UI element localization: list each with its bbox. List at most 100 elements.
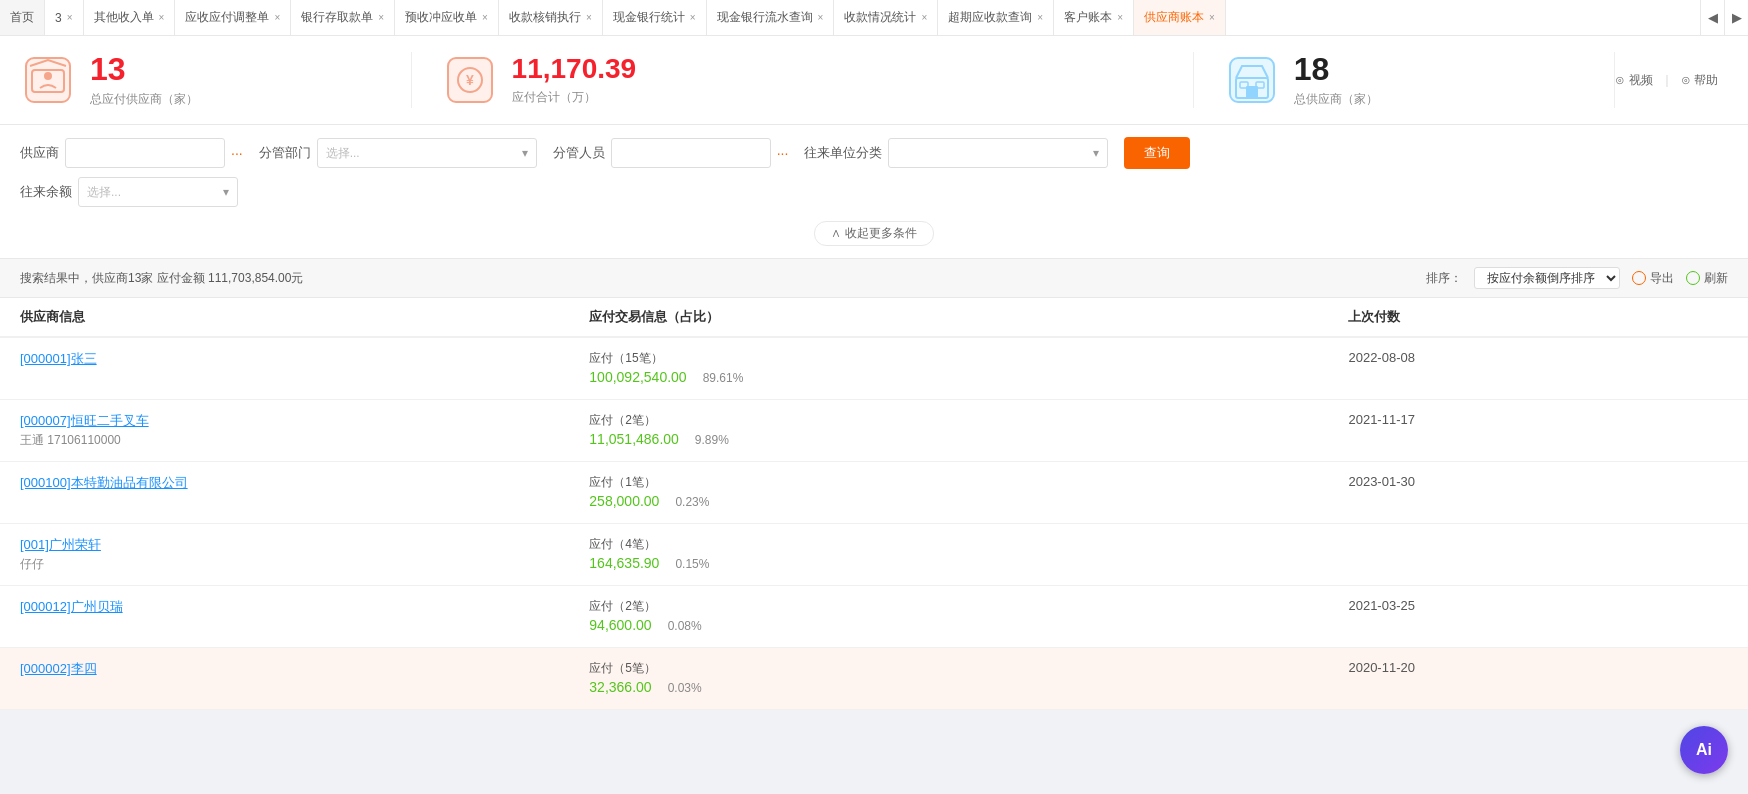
nav-tab-receipt-stat[interactable]: 收款情况统计 × xyxy=(834,0,938,35)
close-tab-3-icon[interactable]: × xyxy=(67,12,73,23)
supplier-link-5[interactable]: [000012]广州贝瑞 xyxy=(20,599,123,614)
transaction-label: 应付（2笔） xyxy=(589,598,1348,615)
close-tab-cash-bank-stat-icon[interactable]: × xyxy=(690,12,696,23)
sort-select[interactable]: 按应付余额倒序排序 按应付余额升序排序 xyxy=(1474,267,1620,289)
supplier-link-4[interactable]: [001]广州荣轩 xyxy=(20,537,101,552)
close-tab-other-income-icon[interactable]: × xyxy=(159,12,165,23)
card1-number: 13 xyxy=(90,52,198,87)
video-link[interactable]: ⊙ 视频 xyxy=(1615,72,1652,89)
transaction-amount: 94,600.00 xyxy=(589,617,651,633)
header-transaction-info: 应付交易信息（占比） xyxy=(589,308,1348,326)
export-label: 导出 xyxy=(1650,270,1674,287)
table-row: [000100]本特勤油品有限公司 应付（1笔） 258,000.00 0.23… xyxy=(0,462,1748,524)
nav-next-arrow[interactable]: ▶ xyxy=(1724,0,1748,36)
filter-dept: 分管部门 选择... ▾ xyxy=(259,138,537,168)
summary-bar: 13 总应付供应商（家） ¥ 11,170.39 应付合计（万） xyxy=(0,36,1748,125)
filter-person: 分管人员 ··· xyxy=(553,138,789,168)
supplier-link-1[interactable]: [000001]张三 xyxy=(20,351,97,366)
supplier-link-3[interactable]: [000100]本特勤油品有限公司 xyxy=(20,475,188,490)
transaction-label: 应付（4笔） xyxy=(589,536,1348,553)
supplier-info-cell: [001]广州荣轩 仔仔 xyxy=(20,536,589,573)
supplier-filter-label: 供应商 xyxy=(20,144,59,162)
nav-tab-cash-bank-query[interactable]: 现金银行流水查询 × xyxy=(707,0,835,35)
transaction-amount: 32,366.00 xyxy=(589,679,651,695)
refresh-button[interactable]: 刷新 xyxy=(1686,270,1728,287)
close-tab-supplier-book-icon[interactable]: × xyxy=(1209,12,1215,23)
header-last-payment: 上次付数 xyxy=(1348,308,1728,326)
nav-tab-cash-bank-stat[interactable]: 现金银行统计 × xyxy=(603,0,707,35)
table-row: [001]广州荣轩 仔仔 应付（4笔） 164,635.90 0.15% xyxy=(0,524,1748,586)
transaction-percent: 0.03% xyxy=(668,681,702,695)
export-button[interactable]: 导出 xyxy=(1632,270,1674,287)
nav-tab-3[interactable]: 3 × xyxy=(45,0,84,35)
card2-label: 应付合计（万） xyxy=(512,89,637,106)
supplier-info-cell: [000012]广州贝瑞 xyxy=(20,598,589,616)
person-filter-input[interactable] xyxy=(611,138,771,168)
refresh-icon xyxy=(1686,271,1700,285)
svg-text:¥: ¥ xyxy=(466,72,474,88)
card3-info: 18 总供应商（家） xyxy=(1294,52,1378,108)
supplier-contact: 王通 17106110000 xyxy=(20,432,589,449)
supplier-link-2[interactable]: [000007]恒旺二手叉车 xyxy=(20,413,149,428)
person-filter-label: 分管人员 xyxy=(553,144,605,162)
table-header: 供应商信息 应付交易信息（占比） 上次付数 xyxy=(0,298,1748,338)
close-tab-receipt-verify-icon[interactable]: × xyxy=(586,12,592,23)
result-text: 搜索结果中，供应商13家 应付金额 111,703,854.00元 xyxy=(20,270,303,287)
nav-tab-other-income[interactable]: 其他收入单 × xyxy=(84,0,176,35)
transaction-row: 11,051,486.00 9.89% xyxy=(589,429,1348,449)
suppliers-icon xyxy=(20,52,76,108)
supplier-name: [000002]李四 xyxy=(20,660,589,678)
close-tab-bank-deposit-icon[interactable]: × xyxy=(378,12,384,23)
dept-filter-select[interactable]: 选择... ▾ xyxy=(317,138,537,168)
last-payment-cell: 2021-03-25 xyxy=(1348,598,1728,613)
card2-info: 11,170.39 应付合计（万） xyxy=(512,54,637,106)
person-ellipsis-btn[interactable]: ··· xyxy=(777,145,789,161)
transaction-percent: 0.08% xyxy=(668,619,702,633)
table-row: [000007]恒旺二手叉车 王通 17106110000 应付（2笔） 11,… xyxy=(0,400,1748,462)
close-tab-overdue-ar-icon[interactable]: × xyxy=(1037,12,1043,23)
nav-tab-supplier-book[interactable]: 供应商账本 × xyxy=(1134,0,1226,35)
nav-tab-overdue-ar[interactable]: 超期应收款查询 × xyxy=(938,0,1054,35)
category-select-arrow-icon: ▾ xyxy=(1093,146,1099,160)
last-payment-cell: 2021-11-17 xyxy=(1348,412,1728,427)
query-button[interactable]: 查询 xyxy=(1124,137,1190,169)
last-payment-value: 2022-08-08 xyxy=(1348,350,1415,365)
filter-row-1: 供应商 ··· 分管部门 选择... ▾ 分管人员 ··· 往来单位分类 ▾ xyxy=(20,137,1728,169)
nav-arrows: ◀ ▶ xyxy=(1700,0,1748,36)
collapse-button[interactable]: ∧ 收起更多条件 xyxy=(814,221,933,246)
nav-tab-ar-ap-adjust[interactable]: 应收应付调整单 × xyxy=(175,0,291,35)
nav-tab-customer-book[interactable]: 客户账本 × xyxy=(1054,0,1134,35)
filter-balance: 往来余额 选择... ▾ xyxy=(20,177,238,207)
close-tab-ar-ap-adjust-icon[interactable]: × xyxy=(274,12,280,23)
export-icon xyxy=(1632,271,1646,285)
table-row: [000001]张三 应付（15笔） 100,092,540.00 89.61%… xyxy=(0,338,1748,400)
data-table: 供应商信息 应付交易信息（占比） 上次付数 [000001]张三 应付（15笔）… xyxy=(0,298,1748,710)
table-row: [000002]李四 应付（5笔） 32,366.00 0.03% 2020-1… xyxy=(0,648,1748,710)
help-link[interactable]: ⊙ 帮助 xyxy=(1681,72,1718,89)
close-tab-customer-book-icon[interactable]: × xyxy=(1117,12,1123,23)
balance-filter-select[interactable]: 选择... ▾ xyxy=(78,177,238,207)
supplier-ellipsis-btn[interactable]: ··· xyxy=(231,145,243,161)
close-tab-prepay-ar-icon[interactable]: × xyxy=(482,12,488,23)
balance-select-arrow-icon: ▾ xyxy=(223,185,229,199)
transaction-info-cell: 应付（2笔） 11,051,486.00 9.89% xyxy=(589,412,1348,449)
ap-amount-icon: ¥ xyxy=(442,52,498,108)
last-payment-value: 2023-01-30 xyxy=(1348,474,1415,489)
last-payment-value: 2021-11-17 xyxy=(1348,412,1415,427)
last-payment-value: 2021-03-25 xyxy=(1348,598,1415,613)
close-tab-receipt-stat-icon[interactable]: × xyxy=(921,12,927,23)
transaction-info-cell: 应付（5笔） 32,366.00 0.03% xyxy=(589,660,1348,697)
nav-tab-prepay-ar[interactable]: 预收冲应收单 × xyxy=(395,0,499,35)
supplier-link-6[interactable]: [000002]李四 xyxy=(20,661,97,676)
last-payment-cell: 2020-11-20 xyxy=(1348,660,1728,675)
right-tools: 排序： 按应付余额倒序排序 按应付余额升序排序 导出 刷新 xyxy=(1426,267,1728,289)
nav-prev-arrow[interactable]: ◀ xyxy=(1700,0,1724,36)
category-filter-label: 往来单位分类 xyxy=(804,144,882,162)
category-filter-select[interactable]: ▾ xyxy=(888,138,1108,168)
nav-tab-home[interactable]: 首页 xyxy=(0,0,45,35)
supplier-filter-input[interactable] xyxy=(65,138,225,168)
nav-tab-bank-deposit[interactable]: 银行存取款单 × xyxy=(291,0,395,35)
close-tab-cash-bank-query-icon[interactable]: × xyxy=(818,12,824,23)
summary-card-total-ap-suppliers: 13 总应付供应商（家） xyxy=(20,52,412,108)
nav-tab-receipt-verify[interactable]: 收款核销执行 × xyxy=(499,0,603,35)
